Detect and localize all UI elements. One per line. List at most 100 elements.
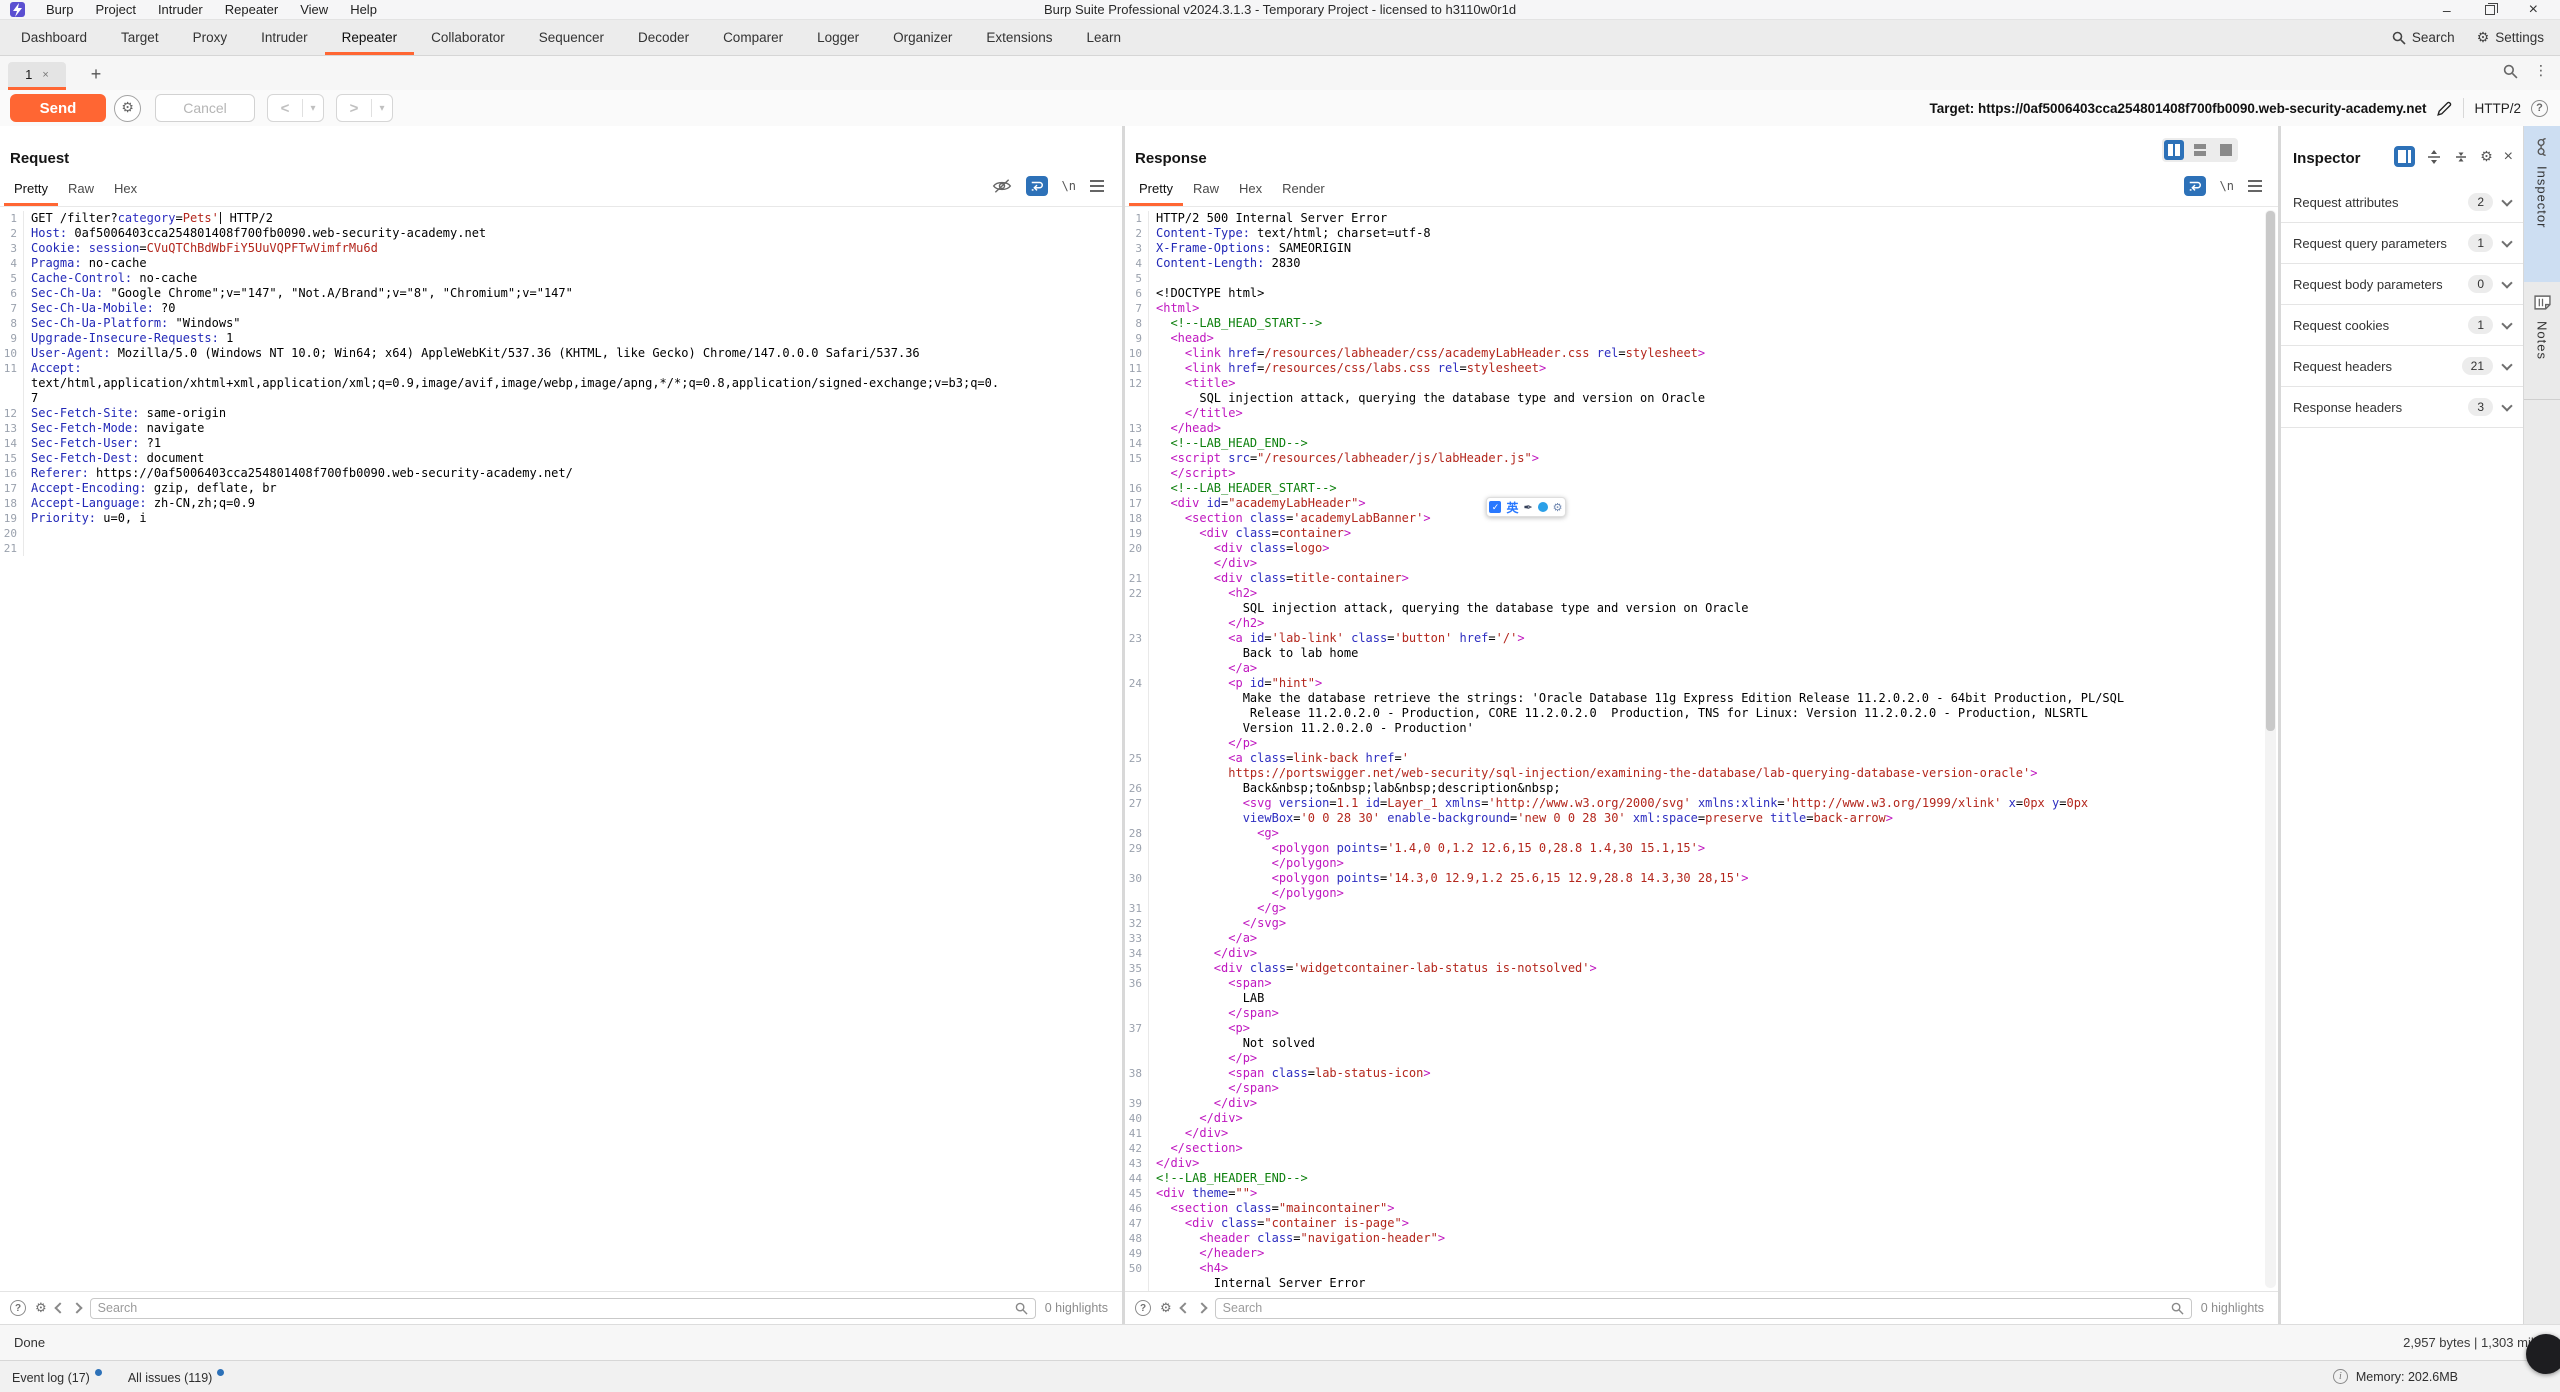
next-match-icon[interactable] <box>70 1302 83 1314</box>
main-tab-proxy[interactable]: Proxy <box>176 20 245 55</box>
assistant-icon[interactable] <box>1537 502 1548 512</box>
request-search-input[interactable] <box>97 1301 1015 1315</box>
check-icon[interactable]: ✓ <box>1489 501 1502 513</box>
forward-button[interactable]: > ▾ <box>336 94 393 122</box>
main-tab-intruder[interactable]: Intruder <box>244 20 325 55</box>
collapse-all-icon[interactable] <box>2453 149 2469 165</box>
side-tab-notes[interactable]: Notes <box>2524 282 2560 400</box>
search-settings-icon[interactable]: ⚙ <box>35 1301 47 1316</box>
repeater-tab-1[interactable]: 1 × <box>8 62 66 90</box>
response-tab-render[interactable]: Render <box>1272 174 1335 206</box>
new-events-dot <box>94 1368 102 1376</box>
main-tab-dashboard[interactable]: Dashboard <box>4 20 104 55</box>
menu-view[interactable]: View <box>289 0 339 20</box>
code-line: </g> <box>1257 901 1287 915</box>
add-tab-button[interactable]: + <box>84 64 108 85</box>
restore-button[interactable] <box>2484 2 2498 15</box>
main-tab-learn[interactable]: Learn <box>1069 20 1138 55</box>
inspector-section-request-headers[interactable]: Request headers 21 <box>2281 346 2523 387</box>
gear-icon[interactable]: ⚙ <box>1553 501 1563 514</box>
menu-repeater[interactable]: Repeater <box>214 0 289 20</box>
gear-icon[interactable]: ⚙ <box>2480 149 2493 165</box>
inspector-layout-icon[interactable] <box>2394 146 2416 167</box>
request-tab-raw[interactable]: Raw <box>58 174 104 206</box>
send-button[interactable]: Send <box>10 94 106 122</box>
help-icon[interactable]: ? <box>2531 99 2548 117</box>
response-tab-pretty[interactable]: Pretty <box>1129 174 1183 206</box>
code-row: 8 Sec-Ch-Ua-Platform: "Windows" <box>0 316 1122 331</box>
inspector-section-request-body-parameters[interactable]: Request body parameters 0 <box>2281 264 2523 305</box>
layout-single-icon[interactable] <box>2216 140 2236 160</box>
word-wrap-icon[interactable] <box>2183 176 2206 196</box>
show-newlines-icon[interactable]: \n <box>2220 179 2234 193</box>
floating-overlay-button[interactable] <box>2526 1334 2560 1374</box>
minimize-button[interactable]: – <box>2443 0 2451 20</box>
code-row: 35 <div class='widgetcontainer-lab-statu… <box>1125 961 2264 976</box>
protocol-label[interactable]: HTTP/2 <box>2474 101 2521 116</box>
main-tab-collaborator[interactable]: Collaborator <box>414 20 522 55</box>
cancel-button[interactable]: Cancel <box>155 94 255 122</box>
show-newlines-icon[interactable]: \n <box>1062 179 1076 193</box>
inspector-section-request-cookies[interactable]: Request cookies 1 <box>2281 305 2523 346</box>
settings-button[interactable]: ⚙ Settings <box>2477 30 2544 46</box>
response-search-input[interactable] <box>1222 1301 2171 1315</box>
event-log-button[interactable]: Event log (17) <box>12 1368 102 1385</box>
close-button[interactable]: × <box>2529 0 2538 20</box>
scrollbar-thumb[interactable] <box>2266 211 2275 731</box>
pen-icon[interactable]: ✒ <box>1523 501 1532 514</box>
kebab-menu-icon[interactable]: ⋮ <box>2534 63 2548 79</box>
layout-columns-icon[interactable] <box>2164 140 2184 160</box>
inspector-section-request-query-parameters[interactable]: Request query parameters 1 <box>2281 223 2523 264</box>
request-tab-hex[interactable]: Hex <box>104 174 147 206</box>
close-icon[interactable]: × <box>2504 148 2513 166</box>
code-row: 20 <box>0 526 1122 541</box>
menu-intruder[interactable]: Intruder <box>147 0 214 20</box>
response-tab-hex[interactable]: Hex <box>1229 174 1272 206</box>
next-match-icon[interactable] <box>1195 1302 1208 1314</box>
menubar: Burp Project Intruder Repeater View Help <box>35 0 388 20</box>
back-dropdown-icon[interactable]: ▾ <box>303 103 323 114</box>
request-tab-pretty[interactable]: Pretty <box>4 174 58 206</box>
main-tab-sequencer[interactable]: Sequencer <box>522 20 621 55</box>
expand-all-icon[interactable] <box>2426 149 2442 165</box>
global-search-button[interactable]: Search <box>2392 30 2455 45</box>
translate-icon[interactable]: 英 <box>1506 499 1518 516</box>
response-editor[interactable]: 1 HTTP/2 500 Internal Server Error 2 Conten… <box>1125 208 2264 1291</box>
word-wrap-icon[interactable] <box>1025 176 1048 196</box>
forward-dropdown-icon[interactable]: ▾ <box>372 103 392 114</box>
pencil-icon[interactable] <box>2436 100 2453 117</box>
response-scrollbar[interactable] <box>2265 210 2276 1288</box>
all-issues-button[interactable]: All issues (119) <box>128 1368 225 1385</box>
code-row: 28 <g> <box>1125 826 2264 841</box>
editor-menu-icon[interactable] <box>2248 185 2262 187</box>
menu-help[interactable]: Help <box>339 0 388 20</box>
line-number: 1 <box>0 211 24 226</box>
search-settings-icon[interactable]: ⚙ <box>1160 1301 1172 1316</box>
request-editor[interactable]: 1 GET /filter?category=Pets' HTTP/2 2 Host:… <box>0 208 1122 1291</box>
back-button[interactable]: < ▾ <box>267 94 324 122</box>
main-tab-logger[interactable]: Logger <box>800 20 876 55</box>
menu-project[interactable]: Project <box>84 0 146 20</box>
main-tab-comparer[interactable]: Comparer <box>706 20 800 55</box>
main-tab-extensions[interactable]: Extensions <box>969 20 1069 55</box>
search-help-icon[interactable]: ? <box>1135 1300 1151 1316</box>
side-tab-inspector[interactable]: Inspector <box>2524 126 2560 282</box>
menu-burp[interactable]: Burp <box>35 0 84 20</box>
layout-rows-icon[interactable] <box>2190 140 2210 160</box>
inspector-section-request-attributes[interactable]: Request attributes 2 <box>2281 182 2523 223</box>
previous-match-icon[interactable] <box>53 1302 66 1314</box>
main-tab-repeater[interactable]: Repeater <box>325 20 415 55</box>
search-help-icon[interactable]: ? <box>10 1300 26 1316</box>
main-tab-target[interactable]: Target <box>104 20 176 55</box>
line-number: 44 <box>1125 1171 1149 1186</box>
main-tab-organizer[interactable]: Organizer <box>876 20 969 55</box>
previous-match-icon[interactable] <box>1178 1302 1191 1314</box>
send-settings-button[interactable]: ⚙ <box>114 94 141 122</box>
close-tab-icon[interactable]: × <box>42 69 48 81</box>
eye-hidden-icon[interactable] <box>992 178 1012 194</box>
editor-menu-icon[interactable] <box>1090 185 1104 187</box>
response-tab-raw[interactable]: Raw <box>1183 174 1229 206</box>
main-tab-decoder[interactable]: Decoder <box>621 20 706 55</box>
search-icon[interactable] <box>2503 64 2518 79</box>
inspector-section-response-headers[interactable]: Response headers 3 <box>2281 387 2523 428</box>
